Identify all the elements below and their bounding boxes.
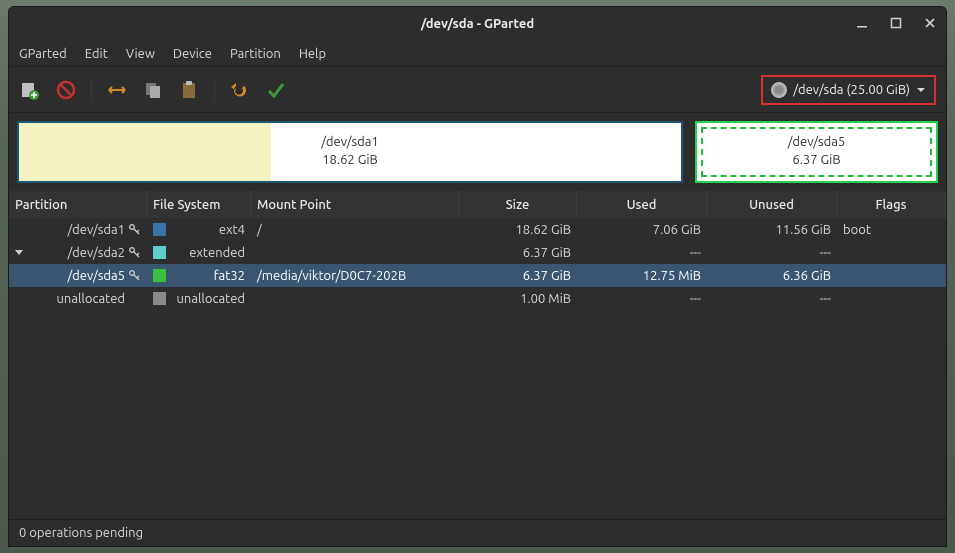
maximize-icon[interactable] <box>886 17 906 32</box>
cell-filesystem: ext4 <box>147 218 251 241</box>
table-header-row: Partition File System Mount Point Size U… <box>9 191 946 218</box>
menu-view[interactable]: View <box>126 47 155 61</box>
partition-name: /dev/sda1 <box>321 134 379 152</box>
expander-icon[interactable] <box>15 250 23 255</box>
cell-size: 6.37 GiB <box>459 264 577 287</box>
table-body: /dev/sda1 ext4 /18.62 GiB7.06 GiB11.56 GiB… <box>9 218 946 310</box>
new-partition-icon[interactable] <box>19 79 41 101</box>
menu-partition[interactable]: Partition <box>230 47 281 61</box>
col-partition[interactable]: Partition <box>9 191 147 218</box>
paste-icon[interactable] <box>178 79 200 101</box>
menu-device[interactable]: Device <box>173 47 212 61</box>
fs-swatch-icon <box>153 292 166 305</box>
close-icon[interactable] <box>920 17 940 32</box>
partition-name: /dev/sda2 <box>26 246 128 260</box>
delete-partition-icon[interactable] <box>55 79 77 101</box>
cell-used: 12.75 MiB <box>577 264 707 287</box>
partition-size: 18.62 GiB <box>321 152 379 170</box>
menu-gparted[interactable]: GParted <box>19 47 67 61</box>
cell-filesystem: fat32 <box>147 264 251 287</box>
menu-bar: GParted Edit View Device Partition Help <box>9 41 946 67</box>
cell-unused: --- <box>707 287 837 310</box>
toolbar-separator <box>214 78 215 102</box>
minimize-icon[interactable] <box>852 17 872 32</box>
partition-size: 6.37 GiB <box>788 152 846 170</box>
col-mount-point[interactable]: Mount Point <box>251 191 459 218</box>
cell-used: --- <box>577 287 707 310</box>
cell-size: 1.00 MiB <box>459 287 577 310</box>
device-selector-label: /dev/sda (25.00 GiB) <box>793 83 910 97</box>
app-window: /dev/sda - GParted GParted Edit View Dev… <box>8 6 947 547</box>
window-title: /dev/sda - GParted <box>421 17 534 31</box>
lock-icon <box>128 223 141 236</box>
fs-text: ext4 <box>172 223 245 237</box>
fs-swatch-icon <box>153 223 166 236</box>
cell-mount <box>251 287 459 310</box>
partition-graphic-label: /dev/sda5 6.37 GiB <box>788 134 846 169</box>
disk-icon <box>771 82 787 98</box>
chevron-down-icon <box>916 85 926 95</box>
lock-icon <box>128 292 141 305</box>
table-row[interactable]: /dev/sda2extended6.37 GiB------ <box>9 241 946 264</box>
col-used[interactable]: Used <box>577 191 707 218</box>
cell-unused: 11.56 GiB <box>707 218 837 241</box>
cell-partition: /dev/sda5 <box>9 264 147 287</box>
cell-mount: / <box>251 218 459 241</box>
cell-unused: --- <box>707 241 837 264</box>
partition-graphic: /dev/sda1 18.62 GiB /dev/sda5 6.37 GiB <box>9 113 946 191</box>
fs-text: fat32 <box>172 269 245 283</box>
col-unused[interactable]: Unused <box>707 191 837 218</box>
usage-fill <box>19 123 271 181</box>
toolbar: /dev/sda (25.00 GiB) <box>9 67 946 113</box>
col-flags[interactable]: Flags <box>837 191 946 218</box>
partition-graphic-sda1[interactable]: /dev/sda1 18.62 GiB <box>17 121 683 183</box>
cell-mount: /media/viktor/D0C7-202B <box>251 264 459 287</box>
lock-icon <box>128 246 141 259</box>
lock-icon <box>128 269 141 282</box>
status-bar: 0 operations pending <box>9 519 946 546</box>
cell-used: 7.06 GiB <box>577 218 707 241</box>
menu-edit[interactable]: Edit <box>85 47 108 61</box>
cell-partition: unallocated <box>9 287 147 310</box>
window-controls <box>852 17 940 32</box>
fs-text: extended <box>172 246 245 260</box>
col-filesystem[interactable]: File System <box>147 191 251 218</box>
cell-size: 18.62 GiB <box>459 218 577 241</box>
table-row[interactable]: unallocatedunallocated1.00 MiB------ <box>9 287 946 310</box>
cell-flags <box>837 264 946 287</box>
cell-flags: boot <box>837 218 946 241</box>
col-size[interactable]: Size <box>459 191 577 218</box>
cell-filesystem: extended <box>147 241 251 264</box>
cell-unused: 6.36 GiB <box>707 264 837 287</box>
partition-graphic-sda5[interactable]: /dev/sda5 6.37 GiB <box>695 121 938 183</box>
apply-icon[interactable] <box>265 79 287 101</box>
cell-size: 6.37 GiB <box>459 241 577 264</box>
partition-name: /dev/sda5 <box>788 134 846 152</box>
title-bar: /dev/sda - GParted <box>9 7 946 41</box>
partition-name: /dev/sda1 <box>15 223 128 237</box>
status-text: 0 operations pending <box>19 526 143 540</box>
table-row[interactable]: /dev/sda5fat32/media/viktor/D0C7-202B6.3… <box>9 264 946 287</box>
undo-icon[interactable] <box>229 79 251 101</box>
cell-partition: /dev/sda2 <box>9 241 147 264</box>
fs-text: unallocated <box>172 292 245 306</box>
table-row[interactable]: /dev/sda1 ext4 /18.62 GiB7.06 GiB11.56 GiB… <box>9 218 946 241</box>
cell-partition: /dev/sda1 <box>9 218 147 241</box>
partition-name: /dev/sda5 <box>15 269 128 283</box>
cell-used: --- <box>577 241 707 264</box>
partition-graphic-label: /dev/sda1 18.62 GiB <box>321 134 379 169</box>
cell-filesystem: unallocated <box>147 287 251 310</box>
toolbar-separator <box>91 78 92 102</box>
cell-flags <box>837 241 946 264</box>
cell-flags <box>837 287 946 310</box>
copy-icon[interactable] <box>142 79 164 101</box>
fs-swatch-icon <box>153 246 166 259</box>
resize-move-icon[interactable] <box>106 79 128 101</box>
device-selector[interactable]: /dev/sda (25.00 GiB) <box>761 75 936 105</box>
partition-table: Partition File System Mount Point Size U… <box>9 191 946 519</box>
menu-help[interactable]: Help <box>299 47 326 61</box>
partition-name: unallocated <box>15 292 128 306</box>
cell-mount <box>251 241 459 264</box>
fs-swatch-icon <box>153 269 166 282</box>
